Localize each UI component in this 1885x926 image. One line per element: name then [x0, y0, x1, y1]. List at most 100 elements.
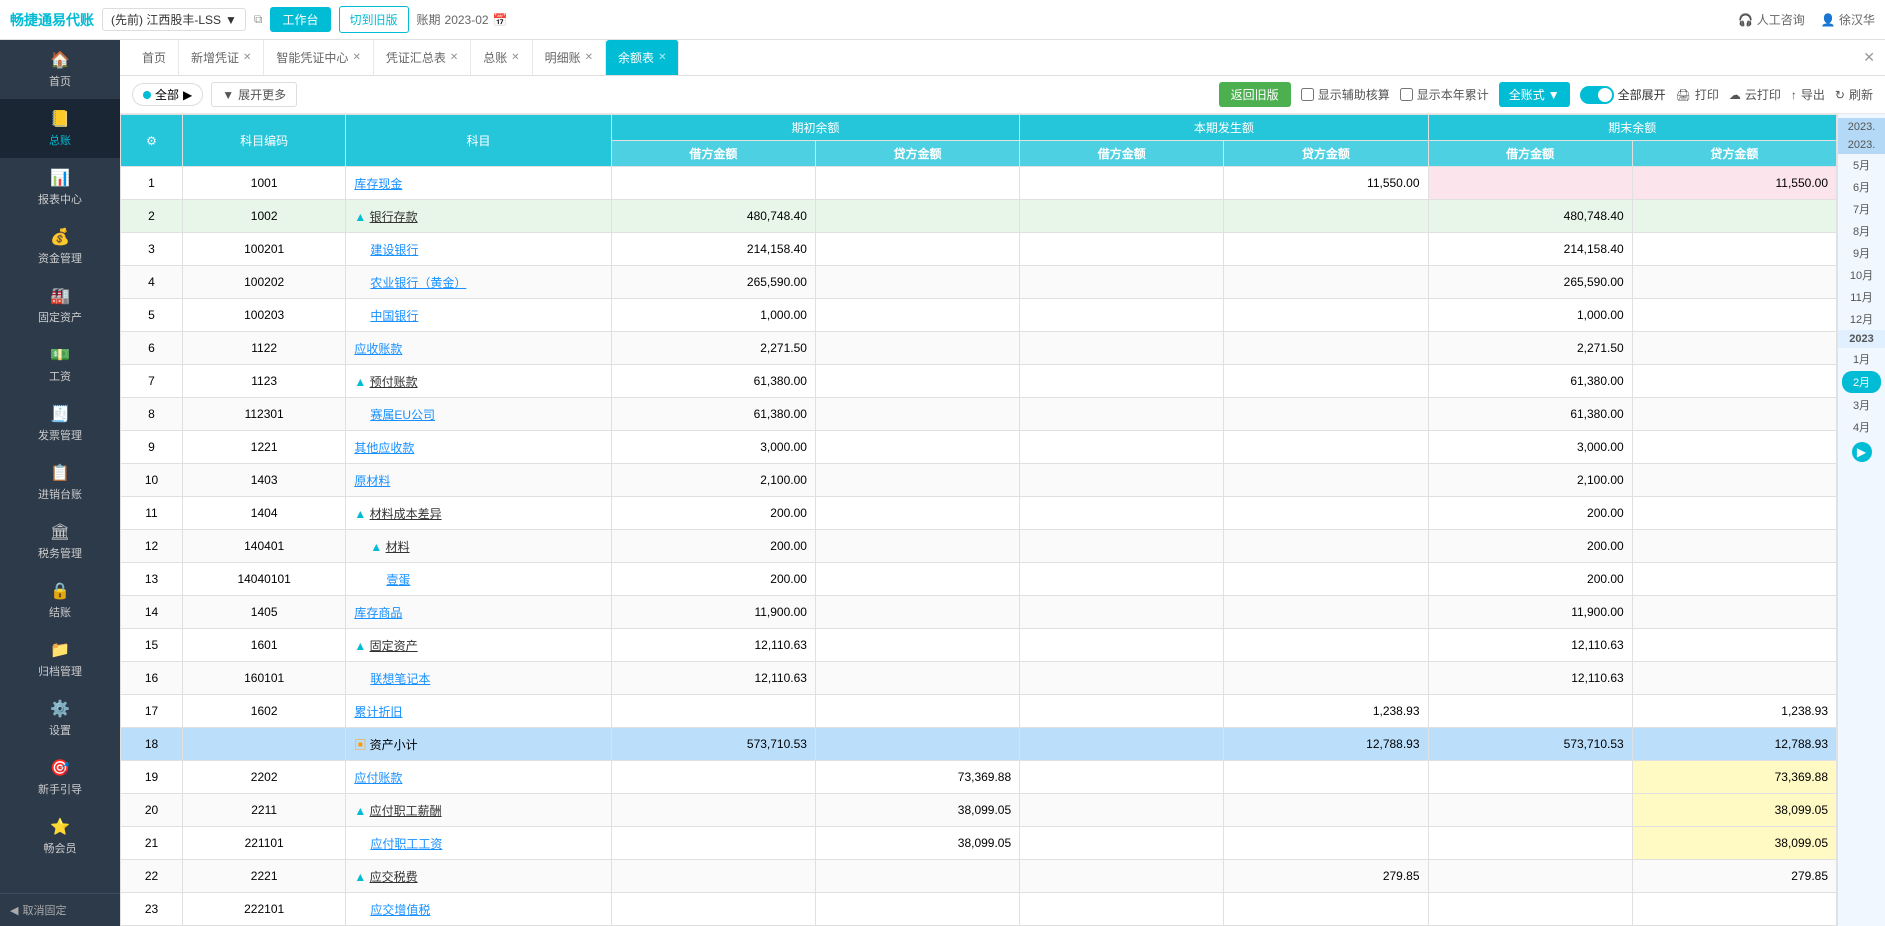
sidebar-item-salary[interactable]: 💵 工资 [0, 335, 120, 394]
calendar-icon[interactable]: 📅 [493, 13, 508, 27]
account-name[interactable]: 联想笔记本 [346, 662, 611, 695]
row-num: 21 [121, 827, 183, 860]
tab-detail-close[interactable]: ✕ [585, 52, 593, 63]
right-panel-month-11[interactable]: 11月 [1838, 286, 1885, 308]
tab-balance[interactable]: 余额表 ✕ [606, 40, 679, 75]
right-panel-month-7[interactable]: 7月 [1838, 198, 1885, 220]
account-name[interactable]: 壹蛋 [346, 563, 611, 596]
right-panel-month-1[interactable]: 1月 [1838, 348, 1885, 370]
row-num: 19 [121, 761, 183, 794]
tab-home[interactable]: 首页 [130, 40, 179, 75]
account-name[interactable]: ▲ 预付账款 [346, 365, 611, 398]
cloud-print-action[interactable]: ☁ 云打印 [1729, 86, 1781, 103]
right-panel-month-5[interactable]: 5月 [1838, 154, 1885, 176]
account-name[interactable]: 应付职工工资 [346, 827, 611, 860]
account-name[interactable]: 赛属EU公司 [346, 398, 611, 431]
right-panel-month-10[interactable]: 10月 [1838, 264, 1885, 286]
filter-all-button[interactable]: 全部 ▶ [132, 83, 203, 106]
current-credit [1224, 761, 1428, 794]
customer-service[interactable]: 🎧 人工咨询 [1738, 11, 1804, 28]
right-panel-month-4[interactable]: 4月 [1838, 416, 1885, 438]
filter-dot [143, 91, 151, 99]
sidebar-item-label: 税务管理 [38, 545, 82, 561]
tab-voucher-summary[interactable]: 凭证汇总表 ✕ [374, 40, 471, 75]
account-name[interactable]: ▲ 应交税费 [346, 860, 611, 893]
sidebar-item-guide[interactable]: 🎯 新手引导 [0, 748, 120, 807]
account-name[interactable]: 累计折旧 [346, 695, 611, 728]
sidebar-item-home[interactable]: 🏠 首页 [0, 40, 120, 99]
sidebar-item-label: 新手引导 [38, 781, 82, 797]
tab-detail[interactable]: 明细账 ✕ [533, 40, 606, 75]
tab-smart-center-close[interactable]: ✕ [352, 52, 360, 63]
sidebar-item-settings[interactable]: ⚙️ 设置 [0, 689, 120, 748]
tab-ledger-close[interactable]: ✕ [511, 52, 519, 63]
account-name[interactable]: ▲ 固定资产 [346, 629, 611, 662]
table-container[interactable]: ⚙ 科目编码 科目 期初余额 本期发生额 期末余额 借方金额 贷方金额 借方金额… [120, 114, 1837, 926]
right-panel-month-2[interactable]: 2月 [1842, 371, 1881, 393]
tab-voucher-add-close[interactable]: ✕ [243, 52, 251, 63]
check-assist-input[interactable] [1301, 88, 1314, 101]
account-name[interactable]: ▲ 材料 [346, 530, 611, 563]
close-all-tabs[interactable]: ✕ [1863, 40, 1875, 75]
period-label: 账期 [417, 11, 441, 28]
account-name[interactable]: ▲ 材料成本差异 [346, 497, 611, 530]
export-action[interactable]: ↑ 导出 [1791, 86, 1825, 103]
account-name[interactable]: 原材料 [346, 464, 611, 497]
opening-credit [815, 365, 1019, 398]
expand-more-button[interactable]: ▼ 展开更多 [211, 82, 297, 107]
tab-smart-center[interactable]: 智能凭证中心 ✕ [264, 40, 373, 75]
tab-ledger[interactable]: 总账 ✕ [471, 40, 532, 75]
return-old-version-button[interactable]: 返回旧版 [1219, 82, 1291, 107]
refresh-action[interactable]: ↻ 刷新 [1835, 86, 1873, 103]
full-format-button[interactable]: 全账式 ▼ [1499, 82, 1570, 107]
th-settings[interactable]: ⚙ [121, 115, 183, 167]
right-panel-month-8[interactable]: 8月 [1838, 220, 1885, 242]
tab-balance-close[interactable]: ✕ [658, 52, 666, 63]
sidebar-item-archive[interactable]: 📁 归档管理 [0, 630, 120, 689]
sidebar-item-sales[interactable]: 📋 进销台账 [0, 453, 120, 512]
right-panel-toggle-icon[interactable]: ▶ [1852, 442, 1872, 462]
account-code: 1403 [182, 464, 345, 497]
sidebar-item-funds[interactable]: 💰 资金管理 [0, 217, 120, 276]
right-panel-month-9[interactable]: 9月 [1838, 242, 1885, 264]
company-selector[interactable]: (先前) 江西股丰-LSS ▼ [102, 8, 246, 31]
account-name[interactable]: 中国银行 [346, 299, 611, 332]
right-panel-month-3[interactable]: 3月 [1838, 394, 1885, 416]
sidebar-item-tax[interactable]: 🏛 税务管理 [0, 512, 120, 571]
user-avatar[interactable]: 👤 徐汉华 [1821, 11, 1875, 28]
check-ytd-label[interactable]: 显示本年累计 [1400, 86, 1489, 103]
sidebar-item-member[interactable]: ⭐ 畅会员 [0, 807, 120, 866]
account-name[interactable]: 应收账款 [346, 332, 611, 365]
sidebar-item-closing[interactable]: 🔒 结账 [0, 571, 120, 630]
sidebar-item-assets[interactable]: 🏭 固定资产 [0, 276, 120, 335]
account-name[interactable]: ▲ 银行存款 [346, 200, 611, 233]
account-name[interactable]: 农业银行（黄金） [346, 266, 611, 299]
account-name[interactable]: 应付账款 [346, 761, 611, 794]
check-ytd-input[interactable] [1400, 88, 1413, 101]
check-assist-label[interactable]: 显示辅助核算 [1301, 86, 1390, 103]
account-name[interactable]: ▲ 应付职工薪酬 [346, 794, 611, 827]
tab-voucher-summary-close[interactable]: ✕ [450, 52, 458, 63]
switch-version-button[interactable]: 切到旧版 [339, 6, 409, 33]
account-name[interactable]: ▣ 资产小计 [346, 728, 611, 761]
account-name[interactable]: 应交增值税 [346, 893, 611, 926]
right-panel-month-6[interactable]: 6月 [1838, 176, 1885, 198]
th-current-group: 本期发生额 [1020, 115, 1428, 141]
sidebar-item-reports[interactable]: 📊 报表中心 [0, 158, 120, 217]
current-debit [1020, 563, 1224, 596]
account-name[interactable]: 建设银行 [346, 233, 611, 266]
sidebar-item-ledger[interactable]: 📒 总账 [0, 99, 120, 158]
account-name[interactable]: 其他应收款 [346, 431, 611, 464]
tab-voucher-add[interactable]: 新增凭证 ✕ [179, 40, 264, 75]
account-name[interactable]: 库存商品 [346, 596, 611, 629]
opening-credit [815, 860, 1019, 893]
current-debit [1020, 431, 1224, 464]
toggle-expand[interactable] [1580, 86, 1614, 104]
account-name[interactable]: 库存现金 [346, 167, 611, 200]
print-action[interactable]: 🖨 打印 [1676, 86, 1719, 103]
sidebar-item-invoice[interactable]: 🧾 发票管理 [0, 394, 120, 453]
workbench-button[interactable]: 工作台 [270, 7, 330, 32]
sidebar-bottom-unpin[interactable]: ◀ 取消固定 [0, 893, 120, 926]
right-panel-month-12[interactable]: 12月 [1838, 308, 1885, 330]
copy-icon[interactable]: ⧉ [254, 12, 263, 27]
